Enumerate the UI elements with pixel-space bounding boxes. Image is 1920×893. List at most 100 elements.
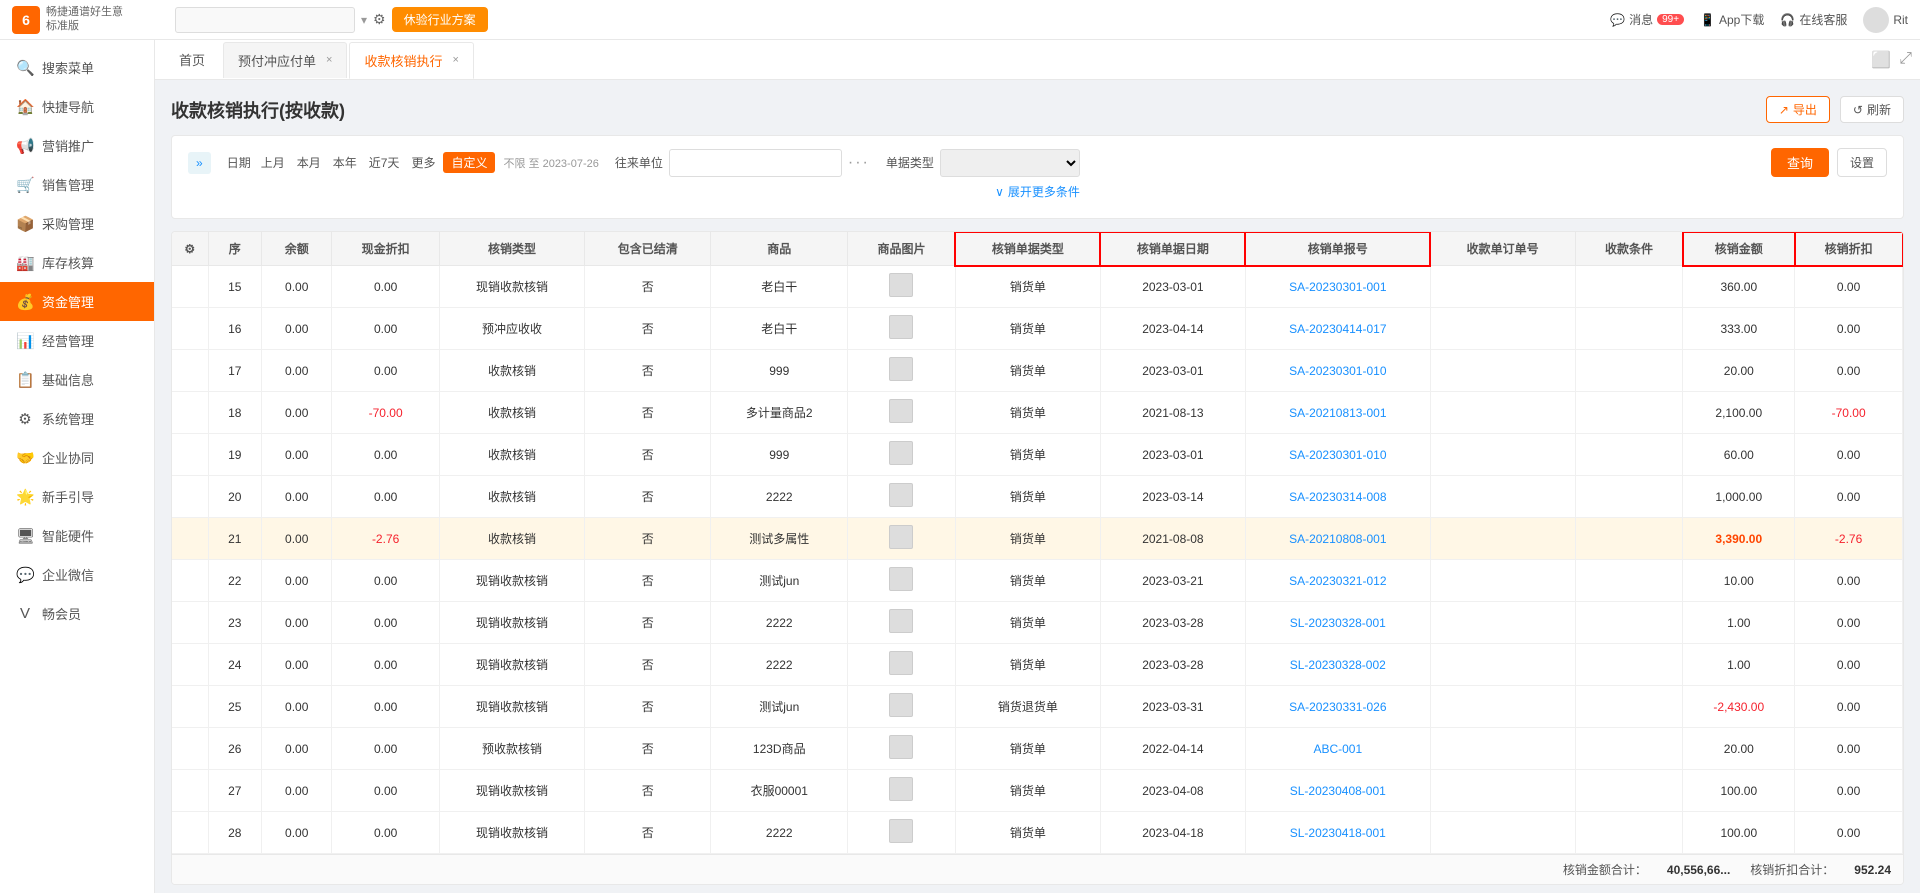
logo-area: 6 畅捷通谱好生意 标准版 [12, 6, 167, 34]
bill-no-link[interactable]: SA-20230301-010 [1289, 364, 1386, 378]
cell-writeoff-amount: 100.00 [1683, 812, 1795, 854]
date-custom-btn[interactable]: 自定义 [443, 152, 495, 173]
bill-type-select[interactable] [940, 149, 1080, 177]
sidebar-item-wechat[interactable]: 💬 企业微信 [0, 555, 154, 594]
app-download-btn[interactable]: 📱 App下载 [1700, 11, 1764, 28]
cell-writeoff-amount: 360.00 [1683, 266, 1795, 308]
tab-writeoff-close[interactable]: × [452, 54, 458, 66]
bill-no-link[interactable]: SA-20230301-001 [1289, 280, 1386, 294]
tab-prepayment-close[interactable]: × [326, 54, 332, 66]
setting-button[interactable]: 设置 [1837, 148, 1887, 177]
gear-icon[interactable]: ⚙ [373, 11, 386, 28]
table-row: 280.000.00现销收款核销否2222销货单2023-04-18SL-202… [172, 812, 1903, 854]
cell-bill-report-no[interactable]: ABC-001 [1245, 728, 1430, 770]
expand-more-btn[interactable]: ∨ 展开更多条件 [188, 177, 1887, 206]
sidebar-item-enterprise[interactable]: 🤝 企业协同 [0, 438, 154, 477]
sidebar-item-smart-hardware[interactable]: 🖥 智能硬件 [0, 516, 154, 555]
query-button[interactable]: 查询 [1771, 148, 1829, 177]
bill-no-link[interactable]: SL-20230418-001 [1290, 826, 1386, 840]
tab-minimize-icon[interactable]: ⬜ [1871, 50, 1891, 70]
sidebar-item-sales[interactable]: 🛒 销售管理 [0, 165, 154, 204]
cell-bill-report-no[interactable]: SA-20230314-008 [1245, 476, 1430, 518]
sidebar-item-system[interactable]: ⚙ 系统管理 [0, 399, 154, 438]
tab-home[interactable]: 首页 [163, 42, 221, 77]
th-bill-report-date: 核销单据日期 [1100, 232, 1245, 266]
cell-bill-report-no[interactable]: SL-20230328-001 [1245, 602, 1430, 644]
th-settings[interactable]: ⚙ [172, 232, 208, 266]
cell-goods: 测试多属性 [711, 518, 848, 560]
cell-cash-discount: 0.00 [332, 686, 440, 728]
counterpart-input[interactable] [669, 149, 842, 177]
cell-bill-report-date: 2021-08-13 [1100, 392, 1245, 434]
cell-goods-img [848, 644, 956, 686]
messages-btn[interactable]: 💬 消息 99+ [1610, 11, 1684, 28]
cell-goods-img [848, 686, 956, 728]
cell-bill-report-type: 销货单 [955, 518, 1100, 560]
cell-bill-report-no[interactable]: SL-20230408-001 [1245, 770, 1430, 812]
date-btn-7days[interactable]: 近7天 [365, 152, 404, 173]
refresh-button[interactable]: ↺ 刷新 [1840, 96, 1904, 123]
bill-no-link[interactable]: SA-20210813-001 [1289, 406, 1386, 420]
bill-no-link[interactable]: SA-20230331-026 [1289, 700, 1386, 714]
sidebar-item-guide[interactable]: 🌟 新手引导 [0, 477, 154, 516]
bill-no-link[interactable]: SA-20210808-001 [1289, 532, 1386, 546]
logo-icon: 6 [12, 6, 40, 34]
table-container: ⚙ 序 余额 现金折扣 核销类型 包含已结清 商品 商品图片 核销单据类型 核销… [171, 231, 1904, 885]
cell-bill-report-no[interactable]: SA-20230331-026 [1245, 686, 1430, 728]
bill-no-link[interactable]: SL-20230408-001 [1290, 784, 1386, 798]
cell-bill-report-no[interactable]: SA-20230414-017 [1245, 308, 1430, 350]
cell-bill-report-no[interactable]: SA-20230321-012 [1245, 560, 1430, 602]
sidebar-item-purchase[interactable]: 📦 采购管理 [0, 204, 154, 243]
cell-balance: 0.00 [262, 728, 332, 770]
cell-bill-report-no[interactable]: SA-20210813-001 [1245, 392, 1430, 434]
cell-bill-report-no[interactable]: SA-20230301-010 [1245, 350, 1430, 392]
bill-no-link[interactable]: SA-20230314-008 [1289, 490, 1386, 504]
bill-no-link[interactable]: SA-20230414-017 [1289, 322, 1386, 336]
cell-writeoff-type: 现销收款核销 [439, 266, 584, 308]
online-service-btn[interactable]: 🎧 在线客服 [1780, 11, 1847, 28]
cell-goods-img [848, 434, 956, 476]
date-btn-more[interactable]: 更多 [407, 152, 439, 173]
cell-writeoff-type: 收款核销 [439, 392, 584, 434]
marketing-icon: 📢 [16, 137, 34, 155]
cell-bill-report-no[interactable]: SL-20230328-002 [1245, 644, 1430, 686]
export-button[interactable]: ↗ 导出 [1766, 96, 1830, 123]
dots-icon[interactable]: ··· [848, 154, 870, 172]
cell-bill-report-no[interactable]: SA-20230301-001 [1245, 266, 1430, 308]
bill-no-link[interactable]: SL-20230328-001 [1290, 616, 1386, 630]
sidebar-item-basic-info-label: 基础信息 [42, 370, 94, 389]
cell-bill-report-no[interactable]: SL-20230418-001 [1245, 812, 1430, 854]
sidebar-item-member[interactable]: V 畅会员 [0, 594, 154, 633]
table-row: 150.000.00现销收款核销否老白干销货单2023-03-01SA-2023… [172, 266, 1903, 308]
tab-fullscreen-icon[interactable]: ⤢ [1899, 50, 1912, 70]
bill-no-link[interactable]: ABC-001 [1313, 742, 1362, 756]
bill-no-link[interactable]: SL-20230328-002 [1290, 658, 1386, 672]
sidebar-item-marketing[interactable]: 📢 营销推广 [0, 126, 154, 165]
industry-btn[interactable]: 休验行业方案 [392, 7, 488, 32]
top-search-input[interactable] [175, 7, 355, 33]
sidebar-item-basic-info[interactable]: 📋 基础信息 [0, 360, 154, 399]
tab-prepayment[interactable]: 预付冲应付单 × [223, 42, 347, 78]
tab-writeoff[interactable]: 收款核销执行 × [349, 42, 473, 79]
sidebar-item-inventory[interactable]: 🏭 库存核算 [0, 243, 154, 282]
cell-goods-img [848, 392, 956, 434]
cell-cash-discount: 0.00 [332, 560, 440, 602]
date-btn-this-year[interactable]: 本年 [329, 152, 361, 173]
home-icon: 🏠 [16, 98, 34, 116]
cell-seq: 22 [208, 560, 262, 602]
sidebar-item-funds[interactable]: 💰 资金管理 [0, 282, 154, 321]
cell-bill-report-no[interactable]: SA-20210808-001 [1245, 518, 1430, 560]
sidebar-item-search[interactable]: 🔍 搜索菜单 [0, 48, 154, 87]
cell-bill-report-no[interactable]: SA-20230301-010 [1245, 434, 1430, 476]
bill-no-link[interactable]: SA-20230321-012 [1289, 574, 1386, 588]
footer-amount-value: 40,556,66... [1667, 863, 1730, 877]
sidebar-item-quicknav[interactable]: 🏠 快捷导航 [0, 87, 154, 126]
date-btn-this-month[interactable]: 本月 [293, 152, 325, 173]
date-btn-last-month[interactable]: 上月 [257, 152, 289, 173]
chevron-down-icon[interactable]: ▾ [361, 13, 367, 27]
filter-expand-btn[interactable]: » [188, 152, 211, 174]
cell-bill-report-type: 销货退货单 [955, 686, 1100, 728]
sidebar-item-operations[interactable]: 📊 经营管理 [0, 321, 154, 360]
user-area[interactable]: Rit [1863, 7, 1908, 33]
bill-no-link[interactable]: SA-20230301-010 [1289, 448, 1386, 462]
